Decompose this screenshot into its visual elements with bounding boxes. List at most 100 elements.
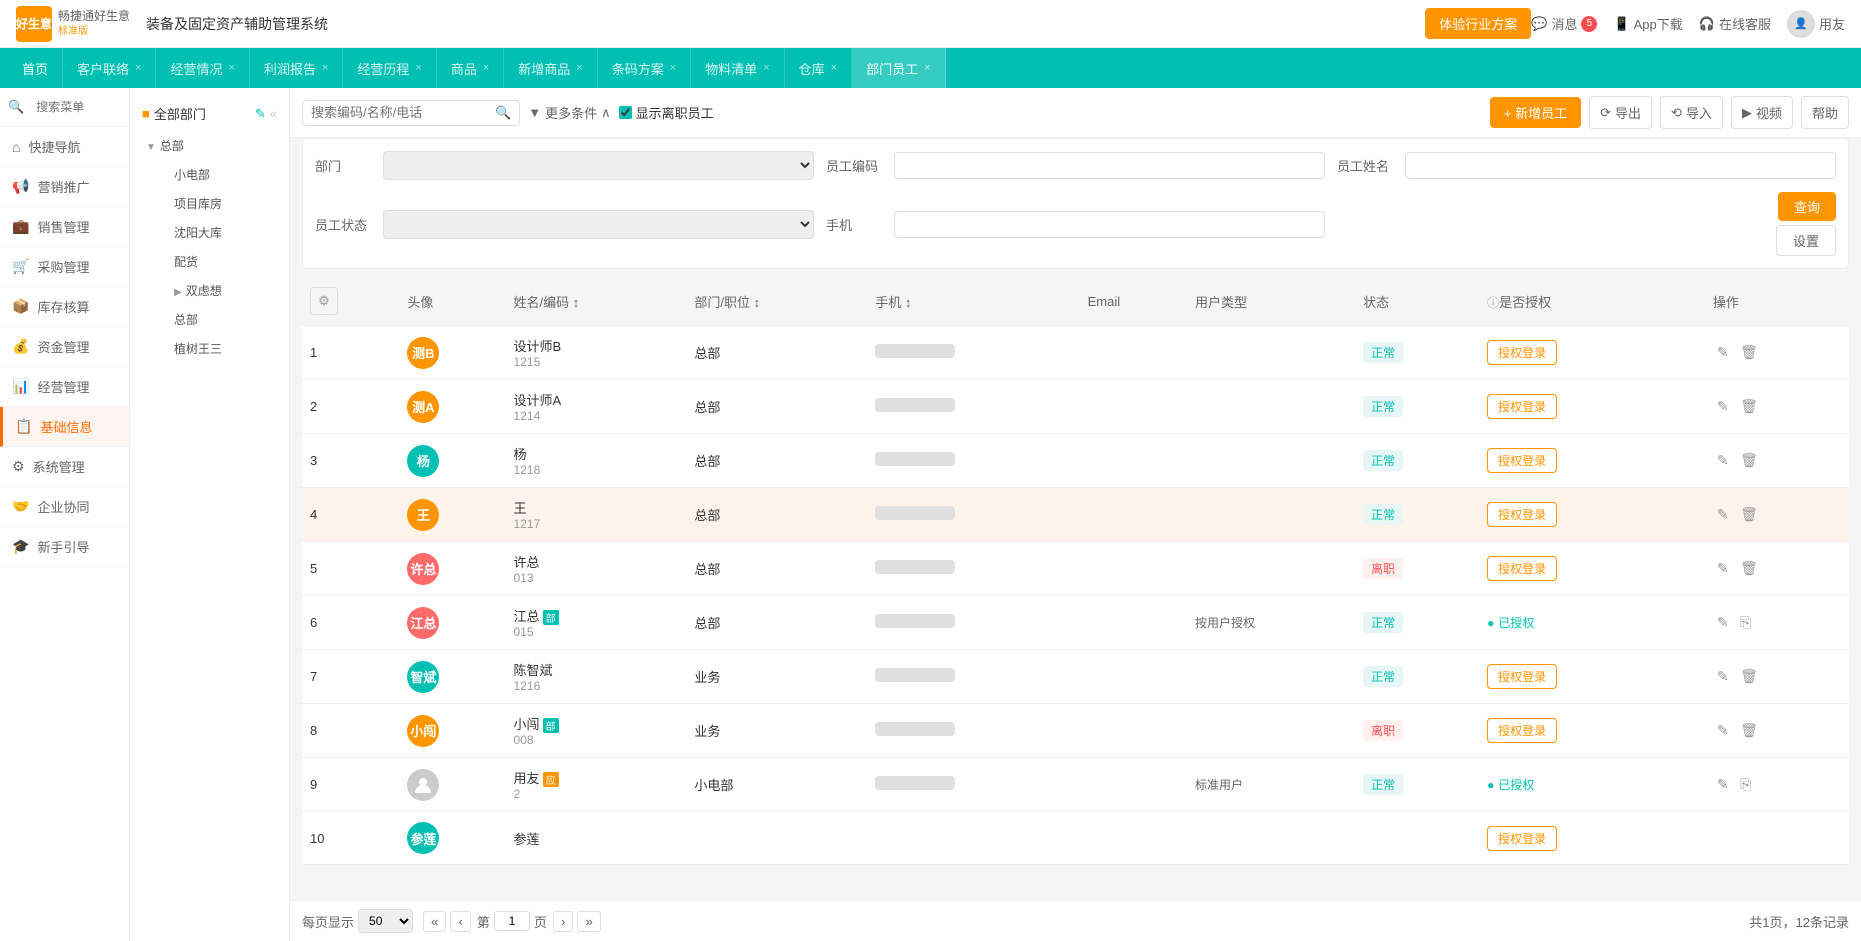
auth-button[interactable]: 授权登录: [1487, 826, 1557, 851]
delete-button[interactable]: 🗑: [1736, 720, 1762, 741]
auth-button[interactable]: 授权登录: [1487, 502, 1557, 527]
next-page-button[interactable]: ›: [553, 911, 573, 932]
dept-item-hq[interactable]: 总部: [158, 305, 289, 334]
dept-item-general[interactable]: ▼总部: [130, 131, 289, 160]
sidebar-item-system[interactable]: ⚙ 系统管理: [0, 447, 129, 487]
edit-button[interactable]: ✎: [1713, 450, 1733, 471]
show-resigned-checkbox[interactable]: [619, 106, 632, 119]
close-icon[interactable]: ×: [576, 62, 582, 74]
dept-item-project[interactable]: 项目库房: [158, 189, 289, 218]
tab-home[interactable]: 首页: [8, 48, 63, 88]
dept-item-dual[interactable]: ▶双虑想: [158, 276, 289, 305]
tab-employee[interactable]: 部门员工×: [852, 48, 945, 88]
sidebar-item-basic[interactable]: 📋 基础信息: [0, 407, 129, 447]
phone-input[interactable]: [894, 211, 1325, 238]
edit-button[interactable]: ✎: [1713, 774, 1733, 795]
sidebar-item-quicknav[interactable]: ⌂ 快捷导航: [0, 127, 129, 167]
dept-collapse-icon[interactable]: «: [270, 106, 277, 121]
close-icon[interactable]: ×: [135, 62, 141, 74]
copy-button[interactable]: ⎘: [1736, 774, 1755, 795]
dept-edit-icon[interactable]: ✎: [255, 106, 266, 122]
auth-button[interactable]: 授权登录: [1487, 718, 1557, 743]
edit-button[interactable]: ✎: [1713, 720, 1733, 741]
auth-button[interactable]: 授权登录: [1487, 664, 1557, 689]
sidebar-item-collab[interactable]: 🤝 企业协同: [0, 487, 129, 527]
col-dept[interactable]: 部门/职位 ↕: [686, 277, 867, 326]
sidebar-item-guide[interactable]: 🎓 新手引导: [0, 527, 129, 567]
close-icon[interactable]: ×: [415, 62, 421, 74]
page-number-input[interactable]: [494, 911, 530, 931]
auth-button[interactable]: 授权登录: [1487, 448, 1557, 473]
show-resigned-toggle[interactable]: 显示离职员工: [619, 103, 714, 122]
emp-name-input[interactable]: [1405, 152, 1836, 179]
add-employee-button[interactable]: + 新增员工: [1490, 97, 1581, 128]
last-page-button[interactable]: »: [577, 911, 600, 932]
dept-item-planting[interactable]: 植树王三: [158, 334, 289, 363]
dept-item-distribution[interactable]: 配货: [158, 247, 289, 276]
search-input[interactable]: [311, 105, 491, 120]
export-button[interactable]: ⟳ 导出: [1589, 96, 1652, 129]
app-download-button[interactable]: 📱 App下载: [1613, 14, 1682, 33]
close-icon[interactable]: ×: [924, 62, 930, 74]
close-icon[interactable]: ×: [763, 62, 769, 74]
tab-history[interactable]: 经营历程×: [343, 48, 436, 88]
col-phone[interactable]: 手机 ↕: [867, 277, 1079, 326]
dept-item-shenyang[interactable]: 沈阳大库: [158, 218, 289, 247]
delete-button[interactable]: 🗑: [1736, 558, 1762, 579]
tab-bom[interactable]: 物料清单×: [691, 48, 784, 88]
delete-button[interactable]: 🗑: [1736, 450, 1762, 471]
help-button[interactable]: 帮助: [1801, 96, 1849, 129]
sidebar-item-inventory[interactable]: 📦 库存核算: [0, 287, 129, 327]
delete-button[interactable]: 🗑: [1736, 342, 1762, 363]
edit-button[interactable]: ✎: [1713, 612, 1733, 633]
sidebar-item-operations[interactable]: 📊 经营管理: [0, 367, 129, 407]
edit-button[interactable]: ✎: [1713, 342, 1733, 363]
auth-button[interactable]: 授权登录: [1487, 394, 1557, 419]
dept-select[interactable]: [383, 151, 814, 180]
column-settings-icon[interactable]: ⚙: [310, 287, 338, 315]
sidebar-item-finance[interactable]: 💰 资金管理: [0, 327, 129, 367]
edit-button[interactable]: ✎: [1713, 396, 1733, 417]
edit-button[interactable]: ✎: [1713, 504, 1733, 525]
sidebar-item-sales[interactable]: 💼 销售管理: [0, 207, 129, 247]
sidebar-item-purchase[interactable]: 🛒 采购管理: [0, 247, 129, 287]
tab-goods[interactable]: 商品×: [437, 48, 504, 88]
tab-barcode[interactable]: 条码方案×: [598, 48, 691, 88]
delete-button[interactable]: 🗑: [1736, 666, 1762, 687]
trial-button[interactable]: 体验行业方案: [1425, 8, 1531, 39]
delete-button[interactable]: 🗑: [1736, 504, 1762, 525]
auth-button[interactable]: 授权登录: [1487, 556, 1557, 581]
more-filters-button[interactable]: ▼ 更多条件 ∧: [528, 103, 610, 122]
close-icon[interactable]: ×: [228, 62, 234, 74]
edit-button[interactable]: ✎: [1713, 666, 1733, 687]
user-menu[interactable]: 👤 用友: [1787, 10, 1845, 38]
close-icon[interactable]: ×: [670, 62, 676, 74]
sidebar-search-input[interactable]: [28, 96, 121, 118]
search-button[interactable]: 查询: [1778, 192, 1836, 221]
close-icon[interactable]: ×: [831, 62, 837, 74]
view-button[interactable]: ▶ 视频: [1731, 96, 1793, 129]
emp-code-input[interactable]: [894, 152, 1325, 179]
message-button[interactable]: 💬 消息 5: [1531, 14, 1597, 33]
tab-add-goods[interactable]: 新增商品×: [504, 48, 597, 88]
tab-business[interactable]: 经营情况×: [156, 48, 249, 88]
prev-page-button[interactable]: ‹: [450, 911, 470, 932]
sidebar-item-marketing[interactable]: 📢 营销推广: [0, 167, 129, 207]
online-service-button[interactable]: 🎧 在线客服: [1699, 14, 1771, 33]
edit-button[interactable]: ✎: [1713, 558, 1733, 579]
auth-info-icon[interactable]: ⓘ: [1487, 296, 1499, 310]
first-page-button[interactable]: «: [423, 911, 446, 932]
copy-button[interactable]: ⎘: [1736, 612, 1755, 633]
tab-customer[interactable]: 客户联络×: [63, 48, 156, 88]
tab-profit[interactable]: 利润报告×: [250, 48, 343, 88]
auth-button[interactable]: 授权登录: [1487, 340, 1557, 365]
page-size-select[interactable]: 10 20 50 100: [358, 909, 413, 933]
col-name[interactable]: 姓名/编码 ↕: [506, 277, 687, 326]
close-icon[interactable]: ×: [483, 62, 489, 74]
tab-warehouse[interactable]: 仓库×: [785, 48, 852, 88]
dept-item-small-elec[interactable]: 小电部: [158, 160, 289, 189]
reset-button[interactable]: 设置: [1776, 225, 1836, 256]
delete-button[interactable]: 🗑: [1736, 396, 1762, 417]
import-button[interactable]: ⟲ 导入: [1660, 96, 1723, 129]
status-select[interactable]: [383, 210, 814, 239]
